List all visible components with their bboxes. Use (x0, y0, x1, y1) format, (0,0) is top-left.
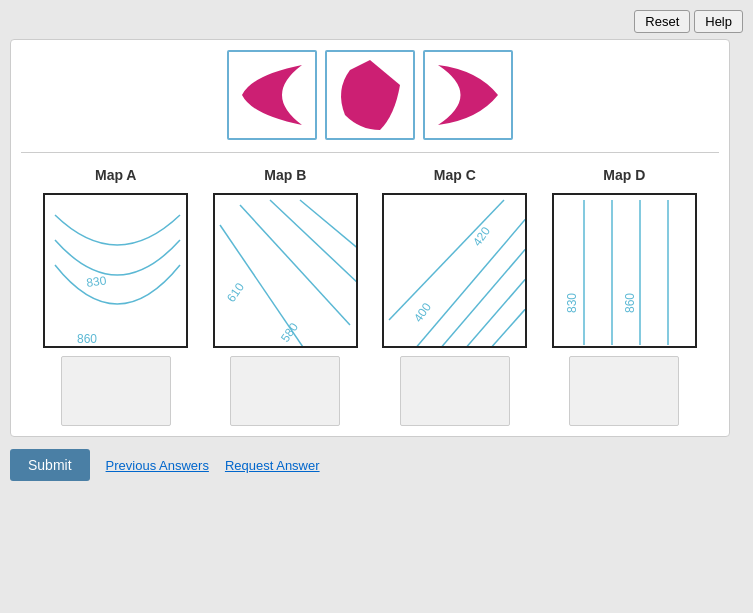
request-answer-button[interactable]: Request Answer (225, 458, 320, 473)
reset-button[interactable]: Reset (634, 10, 690, 33)
map-b-answer-box[interactable] (230, 356, 340, 426)
svg-text:830: 830 (565, 293, 579, 313)
previous-answers-button[interactable]: Previous Answers (106, 458, 209, 473)
svg-text:400: 400 (411, 300, 434, 325)
map-d-label: Map D (603, 167, 645, 183)
maps-row: Map A 830 860 Map B (21, 167, 719, 426)
shape-box-2 (325, 50, 415, 140)
map-a-canvas: 830 860 (43, 193, 188, 348)
submit-button[interactable]: Submit (10, 449, 90, 481)
bottom-bar: Submit Previous Answers Request Answer (10, 449, 320, 481)
svg-line-9 (439, 245, 527, 348)
main-content-box: Map A 830 860 Map B (10, 39, 730, 437)
map-b-col: Map B 610 580 (213, 167, 358, 426)
map-b-label: Map B (264, 167, 306, 183)
map-c-canvas: 420 400 (382, 193, 527, 348)
svg-text:860: 860 (623, 293, 637, 313)
help-button[interactable]: Help (694, 10, 743, 33)
svg-line-11 (489, 305, 527, 348)
svg-text:610: 610 (224, 280, 247, 305)
map-c-label: Map C (434, 167, 476, 183)
top-bar: Reset Help (10, 10, 743, 33)
svg-text:580: 580 (278, 320, 301, 345)
map-d-col: Map D 830 860 (552, 167, 697, 426)
map-d-canvas: 830 860 (552, 193, 697, 348)
shape-row (21, 50, 719, 153)
shape-box-1 (227, 50, 317, 140)
map-c-answer-box[interactable] (400, 356, 510, 426)
map-c-col: Map C 420 400 (382, 167, 527, 426)
map-a-label: Map A (95, 167, 136, 183)
map-b-canvas: 610 580 (213, 193, 358, 348)
map-a-col: Map A 830 860 (43, 167, 188, 426)
svg-text:830: 830 (86, 273, 108, 290)
svg-line-12 (389, 200, 504, 320)
svg-text:420: 420 (470, 224, 493, 249)
shape-box-3 (423, 50, 513, 140)
svg-line-10 (464, 275, 527, 348)
svg-line-5 (300, 200, 358, 250)
svg-line-4 (270, 200, 358, 285)
svg-text:860: 860 (77, 332, 97, 346)
map-d-answer-box[interactable] (569, 356, 679, 426)
map-a-answer-box[interactable] (61, 356, 171, 426)
